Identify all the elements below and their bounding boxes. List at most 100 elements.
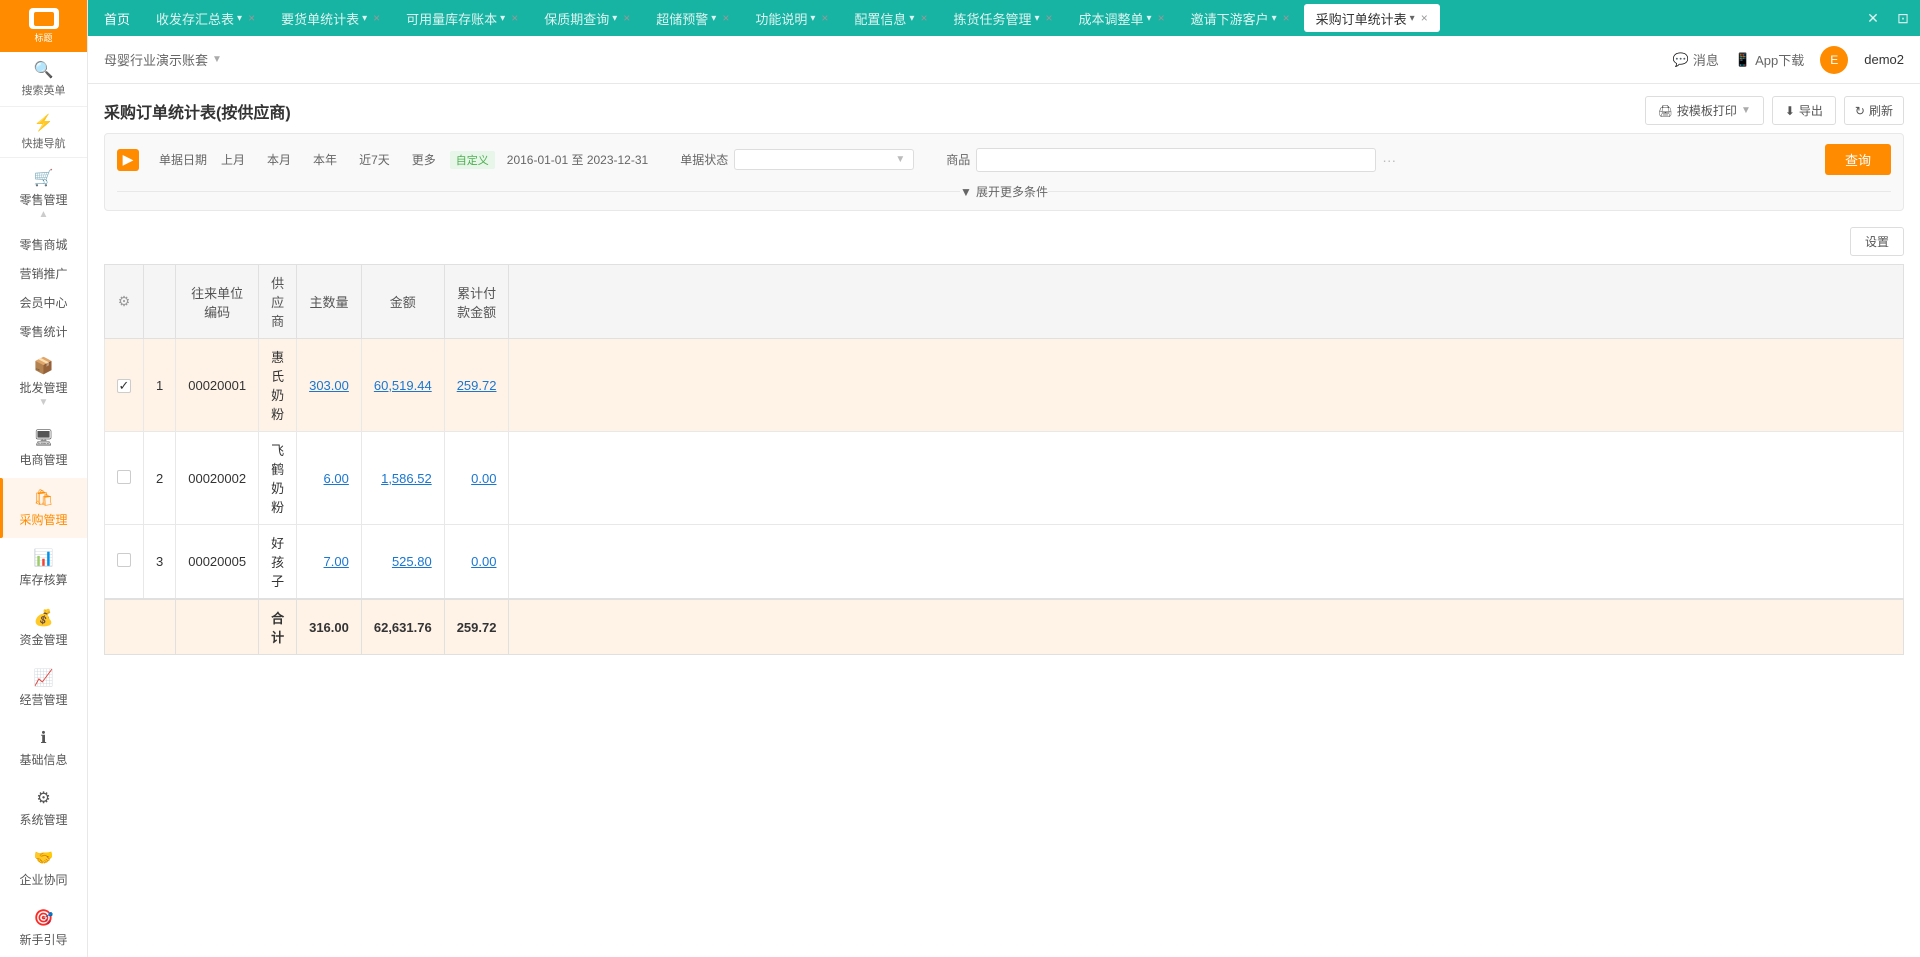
row-paid-0[interactable]: 259.72	[444, 339, 509, 432]
operation-icon: 📈	[34, 668, 54, 688]
status-select[interactable]: ▼	[734, 149, 914, 170]
nav-maximize-btn[interactable]: ⊡	[1890, 5, 1916, 31]
nav-close-btn[interactable]: ✕	[1860, 5, 1886, 31]
checkbox-icon-1[interactable]	[117, 470, 131, 484]
appdownload-label: App下载	[1755, 50, 1804, 69]
tab-kucun-close[interactable]: ×	[511, 11, 518, 25]
tab-peizhi[interactable]: 配置信息 ▾ ×	[842, 4, 939, 32]
tab-caigou[interactable]: 采购订单统计表 ▾ ×	[1304, 4, 1440, 32]
row-amount-1[interactable]: 1,586.52	[361, 432, 444, 525]
tab-baoyouqi[interactable]: 保质期查询 ▾ ×	[532, 4, 642, 32]
tab-caigou-close[interactable]: ×	[1421, 11, 1428, 25]
tab-pihuo-close[interactable]: ×	[1046, 11, 1053, 25]
summary-supplier: 合计	[259, 599, 297, 655]
message-icon: 💬	[1673, 52, 1689, 68]
col-header-checkbox: ⚙	[105, 265, 144, 339]
sidebar-item-operation[interactable]: 📈 经营管理	[0, 658, 87, 718]
row-checkbox[interactable]	[105, 432, 144, 525]
checkbox-icon-0[interactable]: ✓	[117, 379, 131, 393]
refresh-button[interactable]: ↻ 刷新	[1844, 96, 1904, 125]
print-button[interactable]: 🖨 按模板打印 ▼	[1645, 96, 1764, 125]
row-qty-0[interactable]: 303.00	[297, 339, 362, 432]
expand-more-btn[interactable]: ▼ 展开更多条件	[960, 183, 1048, 200]
cooperation-label: 企业协同	[19, 871, 67, 888]
row-amount-0[interactable]: 60,519.44	[361, 339, 444, 432]
row-qty-1[interactable]: 6.00	[297, 432, 362, 525]
table-header: ⚙ 往来单位编码 供应商 主数量 金额	[105, 265, 1904, 339]
sidebar-item-retail[interactable]: 🛒 零售管理 ▲	[0, 158, 87, 230]
row-qty-2[interactable]: 7.00	[297, 525, 362, 600]
sidebar-item-quicknav[interactable]: ⚡ 快捷导航	[0, 107, 87, 158]
sidebar-item-finance[interactable]: 💰 资金管理	[0, 598, 87, 658]
date-btn-this-month[interactable]: 本月	[259, 149, 299, 170]
tab-shoufa-close[interactable]: ×	[248, 11, 255, 25]
checkbox-icon-2[interactable]	[117, 553, 131, 567]
table-row[interactable]: ✓ 1 00020001 惠氏奶粉 303.00 60,519.44 259.7…	[105, 339, 1904, 432]
col-header-qty: 主数量	[297, 265, 362, 339]
user-avatar[interactable]: E	[1820, 46, 1848, 74]
date-btn-more[interactable]: 更多	[404, 149, 444, 170]
sidebar-item-retail-stat[interactable]: 零售统计	[0, 317, 87, 346]
status-label: 单据状态	[680, 151, 728, 168]
date-btn-last-month[interactable]: 上月	[213, 149, 253, 170]
sidebar-item-inventory[interactable]: 📊 库存核算	[0, 538, 87, 598]
sidebar-item-basic[interactable]: ℹ 基础信息	[0, 718, 87, 778]
separator-left	[117, 191, 960, 192]
query-button[interactable]: 查询	[1825, 144, 1891, 175]
sidebar-item-search[interactable]: 🔍 搜索英单	[0, 52, 87, 107]
goods-more-icon[interactable]: ···	[1382, 152, 1396, 168]
tab-peizhi-close[interactable]: ×	[920, 11, 927, 25]
table-row[interactable]: 3 00020005 好孩子 7.00 525.80 0.00	[105, 525, 1904, 600]
tab-yaoqing-close[interactable]: ×	[1283, 11, 1290, 25]
summary-qty: 316.00	[297, 599, 362, 655]
tab-chengben-close[interactable]: ×	[1158, 11, 1165, 25]
filter-toggle-btn[interactable]: ▶	[117, 149, 139, 171]
tab-chaochun-close[interactable]: ×	[722, 11, 729, 25]
tab-baoyouqi-close[interactable]: ×	[623, 11, 630, 25]
goods-input[interactable]	[976, 148, 1376, 172]
settings-button[interactable]: 设置	[1850, 227, 1904, 256]
sidebar-item-wholesale[interactable]: 📦 批发管理 ▼	[0, 346, 87, 418]
tab-yaoqing[interactable]: 邀请下游客户 ▾ ×	[1179, 4, 1302, 32]
tab-kucun[interactable]: 可用量库存账本 ▾ ×	[394, 4, 530, 32]
tab-chengben[interactable]: 成本调整单 ▾ ×	[1067, 4, 1177, 32]
tab-pihuo[interactable]: 拣货任务管理 ▾ ×	[941, 4, 1064, 32]
ecommerce-label: 电商管理	[19, 451, 67, 468]
message-btn[interactable]: 💬 消息	[1673, 50, 1719, 69]
tab-gongneng-close[interactable]: ×	[821, 11, 828, 25]
sidebar-item-cooperation[interactable]: 🤝 企业协同	[0, 838, 87, 898]
export-button[interactable]: ⬇ 导出	[1772, 96, 1836, 125]
tab-home[interactable]: 首页	[92, 4, 142, 32]
row-checkbox[interactable]: ✓	[105, 339, 144, 432]
tab-chengben-label: 成本调整单	[1079, 9, 1144, 28]
sidebar-item-system[interactable]: ⚙ 系统管理	[0, 778, 87, 838]
date-label: 单据日期	[159, 151, 207, 168]
tab-yaohuo-close[interactable]: ×	[373, 11, 380, 25]
table-settings-icon[interactable]: ⚙	[118, 293, 131, 309]
sidebar-item-guide[interactable]: 🎯 新手引导	[0, 898, 87, 957]
member-label: 会员中心	[19, 294, 67, 311]
appdownload-btn[interactable]: 📱 App下载	[1735, 50, 1804, 69]
title-actions: 🖨 按模板打印 ▼ ⬇ 导出 ↻ 刷新	[1645, 96, 1904, 125]
sidebar-item-marketing[interactable]: 营销推广	[0, 259, 87, 288]
sidebar-item-member[interactable]: 会员中心	[0, 288, 87, 317]
tab-gongneng-label: 功能说明	[755, 9, 807, 28]
row-paid-1[interactable]: 0.00	[444, 432, 509, 525]
tab-gongneng[interactable]: 功能说明 ▾ ×	[743, 4, 840, 32]
tab-shoufa[interactable]: 收发存汇总表 ▾ ×	[144, 4, 267, 32]
sidebar-item-ecommerce[interactable]: 🖥 电商管理	[0, 418, 87, 478]
row-checkbox[interactable]	[105, 525, 144, 600]
row-paid-2[interactable]: 0.00	[444, 525, 509, 600]
date-btn-this-year[interactable]: 本年	[305, 149, 345, 170]
account-dropdown[interactable]: 母婴行业演示账套 ▼	[104, 50, 222, 69]
row-amount-2[interactable]: 525.80	[361, 525, 444, 600]
user-initial: E	[1830, 53, 1838, 67]
sidebar-item-purchase[interactable]: 🛍 采购管理	[0, 478, 87, 538]
date-btn-7days[interactable]: 近7天	[351, 149, 398, 170]
table-row[interactable]: 2 00020002 飞鹤奶粉 6.00 1,586.52 0.00	[105, 432, 1904, 525]
row-index-0: 1	[144, 339, 176, 432]
tab-chaochun[interactable]: 超储预警 ▾ ×	[644, 4, 741, 32]
tab-yaohuo[interactable]: 要货单统计表 ▾ ×	[269, 4, 392, 32]
tab-yaoqing-label: 邀请下游客户	[1191, 9, 1269, 28]
sidebar-item-retail-shop[interactable]: 零售商城	[0, 230, 87, 259]
